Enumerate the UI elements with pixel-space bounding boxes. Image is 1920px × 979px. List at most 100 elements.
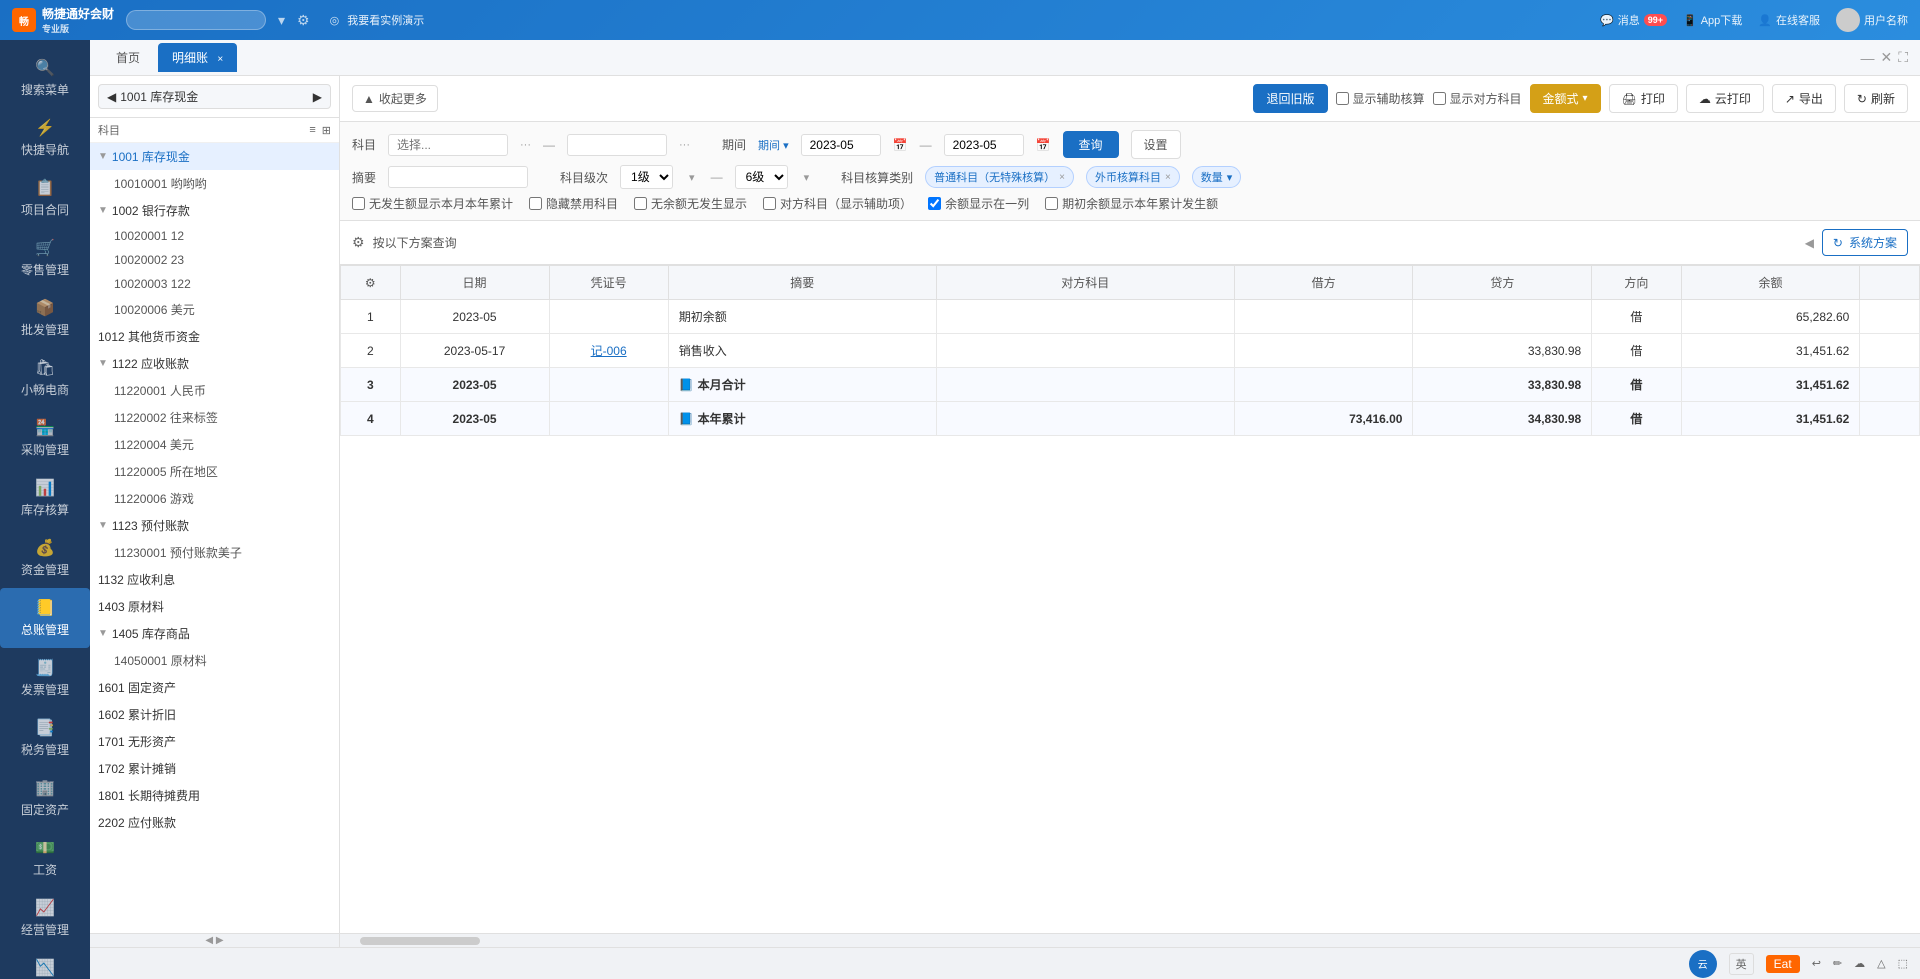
scrollbar-thumb[interactable]	[360, 937, 480, 945]
cloud-print-btn[interactable]: ☁ 云打印	[1686, 84, 1764, 113]
cb-no-balance[interactable]	[634, 197, 647, 210]
category-tag-2-close[interactable]: ×	[1165, 172, 1171, 183]
tree-node-11220006[interactable]: 11220006 游戏	[90, 485, 339, 512]
category-tag-1-close[interactable]: ×	[1059, 172, 1065, 183]
subject-filter-end[interactable]	[567, 134, 667, 156]
settings-btn[interactable]: 设置	[1131, 130, 1181, 159]
period-calendar-icon-start[interactable]: 📅	[893, 138, 908, 152]
tree-node-11230001[interactable]: 11230001 预付账款美子	[90, 539, 339, 566]
app-download-btn[interactable]: 📱 App下载	[1683, 12, 1742, 28]
show-assist-checkbox[interactable]: 显示辅助核算	[1336, 90, 1425, 107]
account-scroll-indicator[interactable]: ◀ ▶	[90, 933, 339, 947]
sidebar-item-salary[interactable]: 💵 工资	[0, 828, 90, 888]
tree-node-1602[interactable]: 1602 累计折旧	[90, 701, 339, 728]
th-settings[interactable]: ⚙	[341, 266, 401, 300]
period-calendar-icon-end[interactable]: 📅	[1036, 138, 1051, 152]
show-opposite-checkbox[interactable]: 显示对方科目	[1433, 90, 1522, 107]
collapse-more-btn[interactable]: ▲ 收起更多	[352, 85, 438, 112]
checkbox-opposite[interactable]: 对方科目（显示辅助项）	[763, 195, 912, 212]
checkbox-opening-ytd[interactable]: 期初余额显示本年累计发生额	[1045, 195, 1218, 212]
cb-balance-col[interactable]	[928, 197, 941, 210]
tree-node-11220001[interactable]: 11220001 人民币	[90, 377, 339, 404]
account-tag-next[interactable]: ▶	[313, 90, 322, 104]
subject-more-icon[interactable]: ···	[520, 139, 531, 151]
period-start-input[interactable]	[801, 134, 881, 156]
cb-opening-ytd[interactable]	[1045, 197, 1058, 210]
tree-node-1002[interactable]: ▼ 1002 银行存款	[90, 197, 339, 224]
subject-filter-input[interactable]	[388, 134, 508, 156]
level-end-select[interactable]: 6级	[735, 165, 788, 189]
quantity-tag[interactable]: 数量 ▾	[1192, 166, 1242, 188]
category-tag-2[interactable]: 外币核算科目 ×	[1086, 166, 1180, 188]
sidebar-item-quick[interactable]: ⚡ 快捷导航	[0, 108, 90, 168]
voucher-link-2[interactable]: 记-006	[591, 344, 627, 358]
query-btn[interactable]: 查询	[1063, 131, 1119, 158]
tree-node-1123[interactable]: ▼ 1123 预付账款	[90, 512, 339, 539]
tree-node-1403[interactable]: 1403 原材料	[90, 593, 339, 620]
sidebar-item-tax[interactable]: 📑 税务管理	[0, 708, 90, 768]
account-search-tag[interactable]: ◀ 1001 库存现金 ▶	[98, 84, 331, 109]
tree-node-1701[interactable]: 1701 无形资产	[90, 728, 339, 755]
status-icon-5[interactable]: ⬚	[1898, 957, 1908, 970]
message-btn[interactable]: 💬 消息 99+	[1600, 12, 1667, 28]
cb-opposite[interactable]	[763, 197, 776, 210]
period-end-input[interactable]	[944, 134, 1024, 156]
tree-node-2202[interactable]: 2202 应付账款	[90, 809, 339, 836]
sidebar-item-purchase[interactable]: 🏪 采购管理	[0, 408, 90, 468]
online-service-btn[interactable]: 👤 在线客服	[1758, 12, 1820, 28]
gold-format-btn[interactable]: 金额式 ▾	[1530, 84, 1601, 113]
refresh-btn[interactable]: ↻ 刷新	[1844, 84, 1908, 113]
window-minimize-icon[interactable]: —	[1860, 50, 1874, 66]
tree-node-1122[interactable]: ▼ 1122 应收账款	[90, 350, 339, 377]
show-assist-input[interactable]	[1336, 92, 1349, 105]
query-scheme-icon[interactable]: ⚙	[352, 234, 365, 251]
tree-expand-all[interactable]: ⊞	[322, 124, 331, 137]
tab-home[interactable]: 首页	[102, 43, 154, 72]
tree-node-1405[interactable]: ▼ 1405 库存商品	[90, 620, 339, 647]
tree-node-1132[interactable]: 1132 应收利息	[90, 566, 339, 593]
status-icon-3[interactable]: ☁	[1854, 957, 1865, 970]
tree-node-10020006[interactable]: 10020006 美元	[90, 296, 339, 323]
tree-node-10020003[interactable]: 10020003 122	[90, 272, 339, 296]
sidebar-item-invoice[interactable]: 🧾 发票管理	[0, 648, 90, 708]
settings-top-icon[interactable]: ⚙	[297, 12, 310, 29]
cb-no-occurrence[interactable]	[352, 197, 365, 210]
table-settings-icon[interactable]: ⚙	[365, 276, 376, 290]
sidebar-item-wholesale[interactable]: 📦 批发管理	[0, 288, 90, 348]
window-expand-icon[interactable]: ⛶	[1898, 49, 1908, 66]
export-btn[interactable]: ↗ 导出	[1772, 84, 1836, 113]
sidebar-item-retail[interactable]: 🛒 零售管理	[0, 228, 90, 288]
dropdown-icon[interactable]: ▾	[278, 12, 285, 29]
sidebar-item-fixed-assets[interactable]: 🏢 固定资产	[0, 768, 90, 828]
sidebar-item-ecommerce[interactable]: 🛍 小畅电商	[0, 348, 90, 408]
sidebar-item-project[interactable]: 📋 项目合同	[0, 168, 90, 228]
tree-node-10020001[interactable]: 10020001 12	[90, 224, 339, 248]
cb-hide-disabled[interactable]	[529, 197, 542, 210]
tree-node-1601[interactable]: 1601 固定资产	[90, 674, 339, 701]
tab-detail[interactable]: 明细账 ×	[158, 43, 237, 72]
demo-link[interactable]: 我要看实例演示	[347, 12, 424, 28]
tree-node-1702[interactable]: 1702 累计摊销	[90, 755, 339, 782]
system-scheme-btn[interactable]: ↻ 系统方案	[1822, 229, 1908, 256]
period-type-dropdown[interactable]: 期间 ▾	[758, 137, 789, 153]
quantity-tag-chevron[interactable]: ▾	[1227, 171, 1233, 184]
checkbox-hide-disabled[interactable]: 隐藏禁用科目	[529, 195, 618, 212]
window-close-icon[interactable]: ✕	[1880, 49, 1892, 66]
checkbox-balance-col[interactable]: 余额显示在一列	[928, 195, 1029, 212]
sidebar-item-operation[interactable]: 📈 经营管理	[0, 888, 90, 948]
user-avatar[interactable]: 用户名称	[1836, 8, 1908, 32]
level-start-select[interactable]: 1级 2级	[620, 165, 673, 189]
status-chat-btn[interactable]: 云	[1689, 950, 1717, 978]
horizontal-scrollbar[interactable]	[340, 933, 1920, 947]
status-en-label[interactable]: 英	[1729, 953, 1754, 975]
checkbox-no-occurrence[interactable]: 无发生额显示本月本年累计	[352, 195, 513, 212]
status-icon-2[interactable]: ✏	[1833, 957, 1842, 970]
filter-collapse-icon[interactable]: ◀	[1805, 236, 1814, 250]
sidebar-item-general[interactable]: 📒 总账管理	[0, 588, 90, 648]
tab-detail-close[interactable]: ×	[217, 54, 223, 65]
status-icon-4[interactable]: △	[1877, 957, 1885, 970]
tree-node-1801[interactable]: 1801 长期待摊费用	[90, 782, 339, 809]
back-old-btn[interactable]: 退回旧版	[1253, 84, 1327, 113]
sidebar-item-funds[interactable]: 💰 资金管理	[0, 528, 90, 588]
sidebar-item-inventory[interactable]: 📊 库存核算	[0, 468, 90, 528]
